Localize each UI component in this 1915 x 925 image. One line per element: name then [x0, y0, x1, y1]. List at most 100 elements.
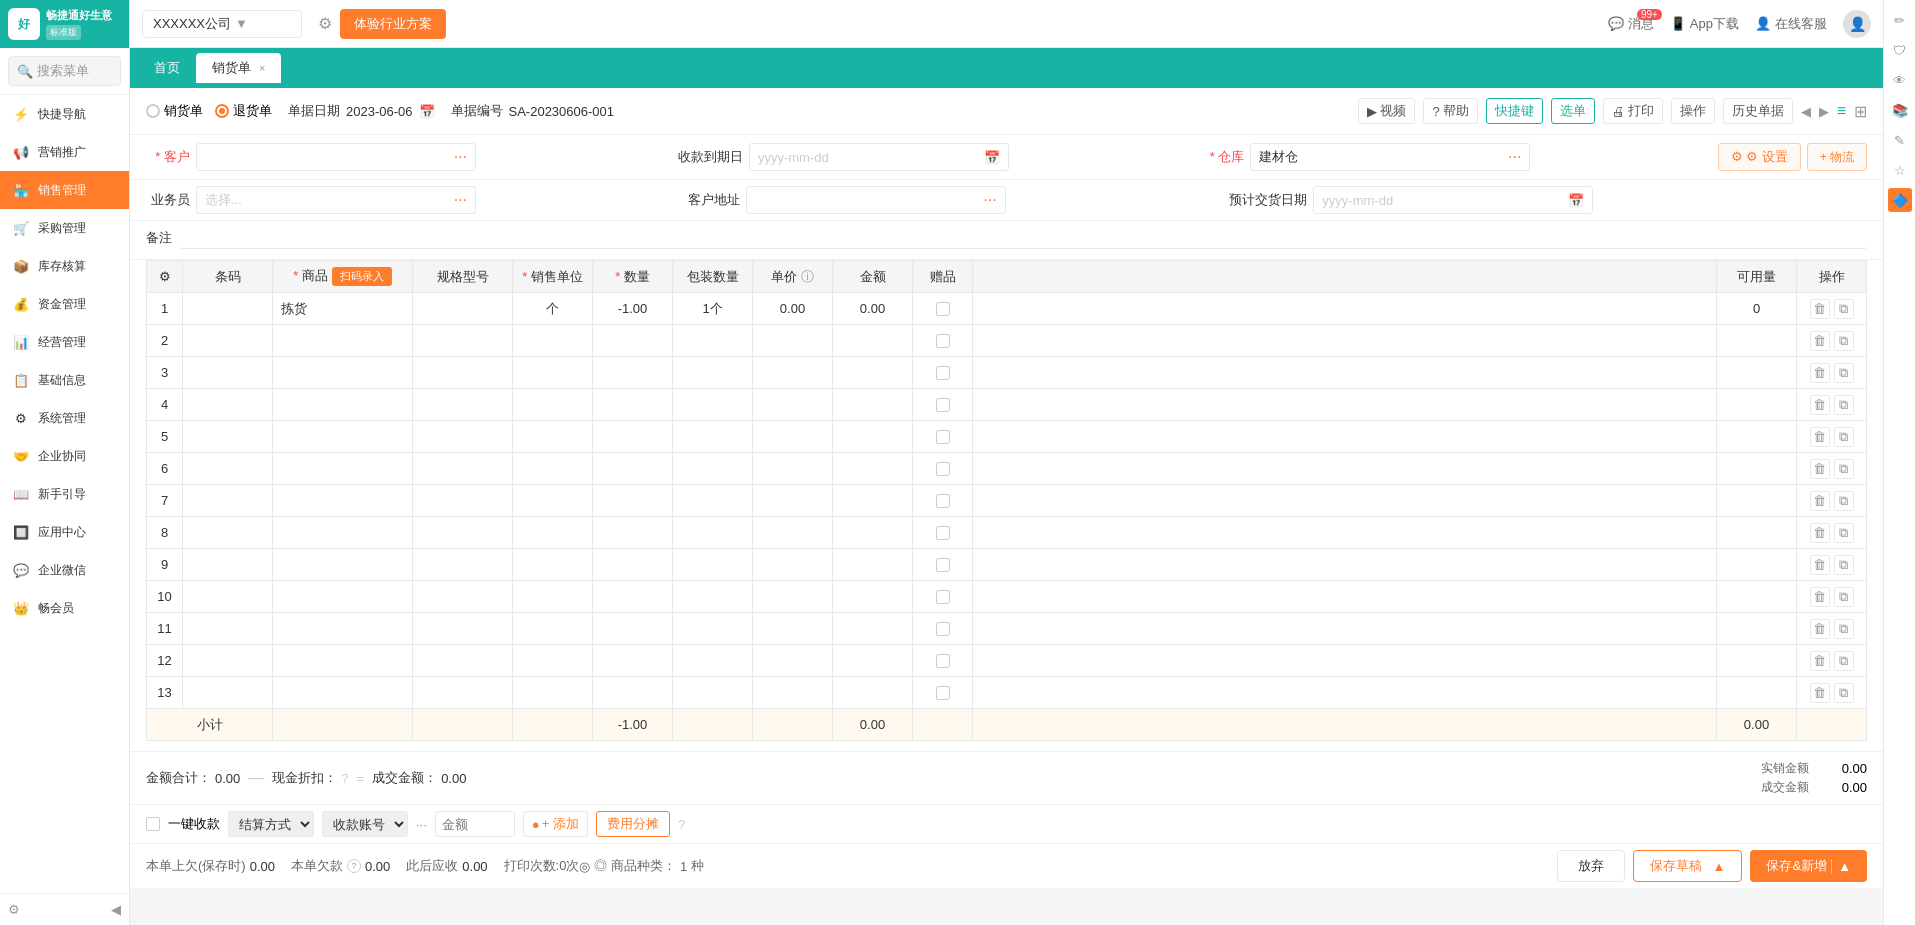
table-settings-icon[interactable]: ⚙	[159, 269, 171, 284]
row-spec[interactable]	[413, 357, 513, 389]
sidebar-item-finance[interactable]: 💰 资金管理	[0, 285, 129, 323]
sidebar-item-wechat[interactable]: 💬 企业微信	[0, 551, 129, 589]
copy-icon[interactable]: ⧉	[1834, 459, 1854, 479]
sidebar-item-system[interactable]: ⚙ 系统管理	[0, 399, 129, 437]
row-amount[interactable]	[833, 389, 913, 421]
delete-icon[interactable]: 🗑	[1810, 427, 1830, 447]
shortcut-button[interactable]: 快捷键	[1486, 98, 1543, 124]
row-amount[interactable]	[833, 517, 913, 549]
row-amount[interactable]	[833, 325, 913, 357]
row-amount[interactable]	[833, 581, 913, 613]
gift-checkbox[interactable]	[936, 622, 950, 636]
warehouse-input[interactable]: 建材仓 ···	[1250, 143, 1530, 171]
row-price[interactable]	[753, 485, 833, 517]
copy-icon[interactable]: ⧉	[1834, 427, 1854, 447]
user-avatar[interactable]: 👤	[1843, 10, 1871, 38]
row-unit[interactable]: 个	[513, 293, 593, 325]
settings-button[interactable]: ⚙ ⚙ 设置	[1718, 143, 1801, 171]
row-price[interactable]	[753, 677, 833, 709]
row-gift[interactable]	[913, 293, 973, 325]
rp-pencil-icon[interactable]: ✎	[1888, 128, 1912, 152]
sidebar-item-marketing[interactable]: 📢 营销推广	[0, 133, 129, 171]
row-pack-qty[interactable]	[673, 453, 753, 485]
row-gift[interactable]	[913, 357, 973, 389]
row-goods[interactable]	[273, 325, 413, 357]
gift-checkbox[interactable]	[936, 398, 950, 412]
sidebar-item-basic[interactable]: 📋 基础信息	[0, 361, 129, 399]
row-unit[interactable]	[513, 357, 593, 389]
prev-icon[interactable]: ◀	[1801, 104, 1811, 119]
row-spec[interactable]	[413, 485, 513, 517]
row-gift[interactable]	[913, 421, 973, 453]
row-qty[interactable]	[593, 325, 673, 357]
row-unit[interactable]	[513, 485, 593, 517]
rp-edit-icon[interactable]: ✏	[1888, 8, 1912, 32]
save-new-chevron-icon[interactable]: ▲	[1831, 859, 1851, 874]
row-unit[interactable]	[513, 325, 593, 357]
row-barcode[interactable]	[183, 645, 273, 677]
delete-icon[interactable]: 🗑	[1810, 651, 1830, 671]
row-price[interactable]	[753, 549, 833, 581]
row-pack-qty[interactable]	[673, 645, 753, 677]
row-goods[interactable]	[273, 581, 413, 613]
row-qty[interactable]	[593, 357, 673, 389]
row-gift[interactable]	[913, 389, 973, 421]
rp-orange-icon[interactable]: 🔷	[1888, 188, 1912, 212]
settings-gear-icon[interactable]: ⚙	[8, 902, 20, 917]
row-unit[interactable]	[513, 389, 593, 421]
row-price[interactable]	[753, 613, 833, 645]
save-new-button[interactable]: 保存&新增 ▲	[1750, 850, 1867, 882]
sidebar-search[interactable]: 🔍 搜索菜单	[0, 48, 129, 95]
sidebar-item-member[interactable]: 👑 畅会员	[0, 589, 129, 627]
row-unit[interactable]	[513, 677, 593, 709]
online-service-button[interactable]: 👤 在线客服	[1755, 15, 1827, 33]
gift-checkbox[interactable]	[936, 494, 950, 508]
customer-dots-icon[interactable]: ···	[454, 148, 467, 166]
company-selector[interactable]: XXXXXX公司 ▼	[142, 10, 302, 38]
radio-sales[interactable]: 销货单	[146, 102, 203, 120]
sidebar-collapse-icon[interactable]: ◀	[111, 902, 121, 917]
row-spec[interactable]	[413, 613, 513, 645]
row-pack-qty[interactable]	[673, 325, 753, 357]
row-price[interactable]: 0.00	[753, 293, 833, 325]
salesman-input[interactable]: 选择... ···	[196, 186, 476, 214]
row-price[interactable]	[753, 357, 833, 389]
row-qty[interactable]	[593, 581, 673, 613]
radio-return[interactable]: 退货单	[215, 102, 272, 120]
row-goods[interactable]: 拣货	[273, 293, 413, 325]
row-unit[interactable]	[513, 613, 593, 645]
row-unit[interactable]	[513, 645, 593, 677]
row-barcode[interactable]	[183, 485, 273, 517]
row-qty[interactable]: -1.00	[593, 293, 673, 325]
row-gift[interactable]	[913, 677, 973, 709]
row-barcode[interactable]	[183, 325, 273, 357]
row-pack-qty[interactable]	[673, 357, 753, 389]
delete-icon[interactable]: 🗑	[1810, 555, 1830, 575]
expected-date-calendar-icon[interactable]: 📅	[1568, 193, 1584, 208]
row-goods[interactable]	[273, 453, 413, 485]
row-qty[interactable]	[593, 453, 673, 485]
sidebar-item-sales[interactable]: 🏪 销售管理	[0, 171, 129, 209]
fee-help-icon[interactable]: ?	[678, 817, 685, 832]
row-goods[interactable]	[273, 485, 413, 517]
message-button[interactable]: 💬 消息 99+	[1608, 15, 1654, 33]
gift-checkbox[interactable]	[936, 334, 950, 348]
row-gift[interactable]	[913, 485, 973, 517]
row-pack-qty[interactable]	[673, 581, 753, 613]
row-amount[interactable]	[833, 453, 913, 485]
row-spec[interactable]	[413, 453, 513, 485]
row-barcode[interactable]	[183, 549, 273, 581]
rp-star-icon[interactable]: ☆	[1888, 158, 1912, 182]
row-spec[interactable]	[413, 581, 513, 613]
row-goods[interactable]	[273, 677, 413, 709]
calendar-icon[interactable]: 📅	[419, 104, 435, 119]
delete-icon[interactable]: 🗑	[1810, 395, 1830, 415]
row-goods[interactable]	[273, 549, 413, 581]
row-spec[interactable]	[413, 293, 513, 325]
row-gift[interactable]	[913, 581, 973, 613]
due-date-calendar-icon[interactable]: 📅	[984, 150, 1000, 165]
copy-icon[interactable]: ⧉	[1834, 363, 1854, 383]
address-dots-icon[interactable]: ···	[983, 191, 996, 209]
one-click-checkbox[interactable]	[146, 817, 160, 831]
row-barcode[interactable]	[183, 421, 273, 453]
